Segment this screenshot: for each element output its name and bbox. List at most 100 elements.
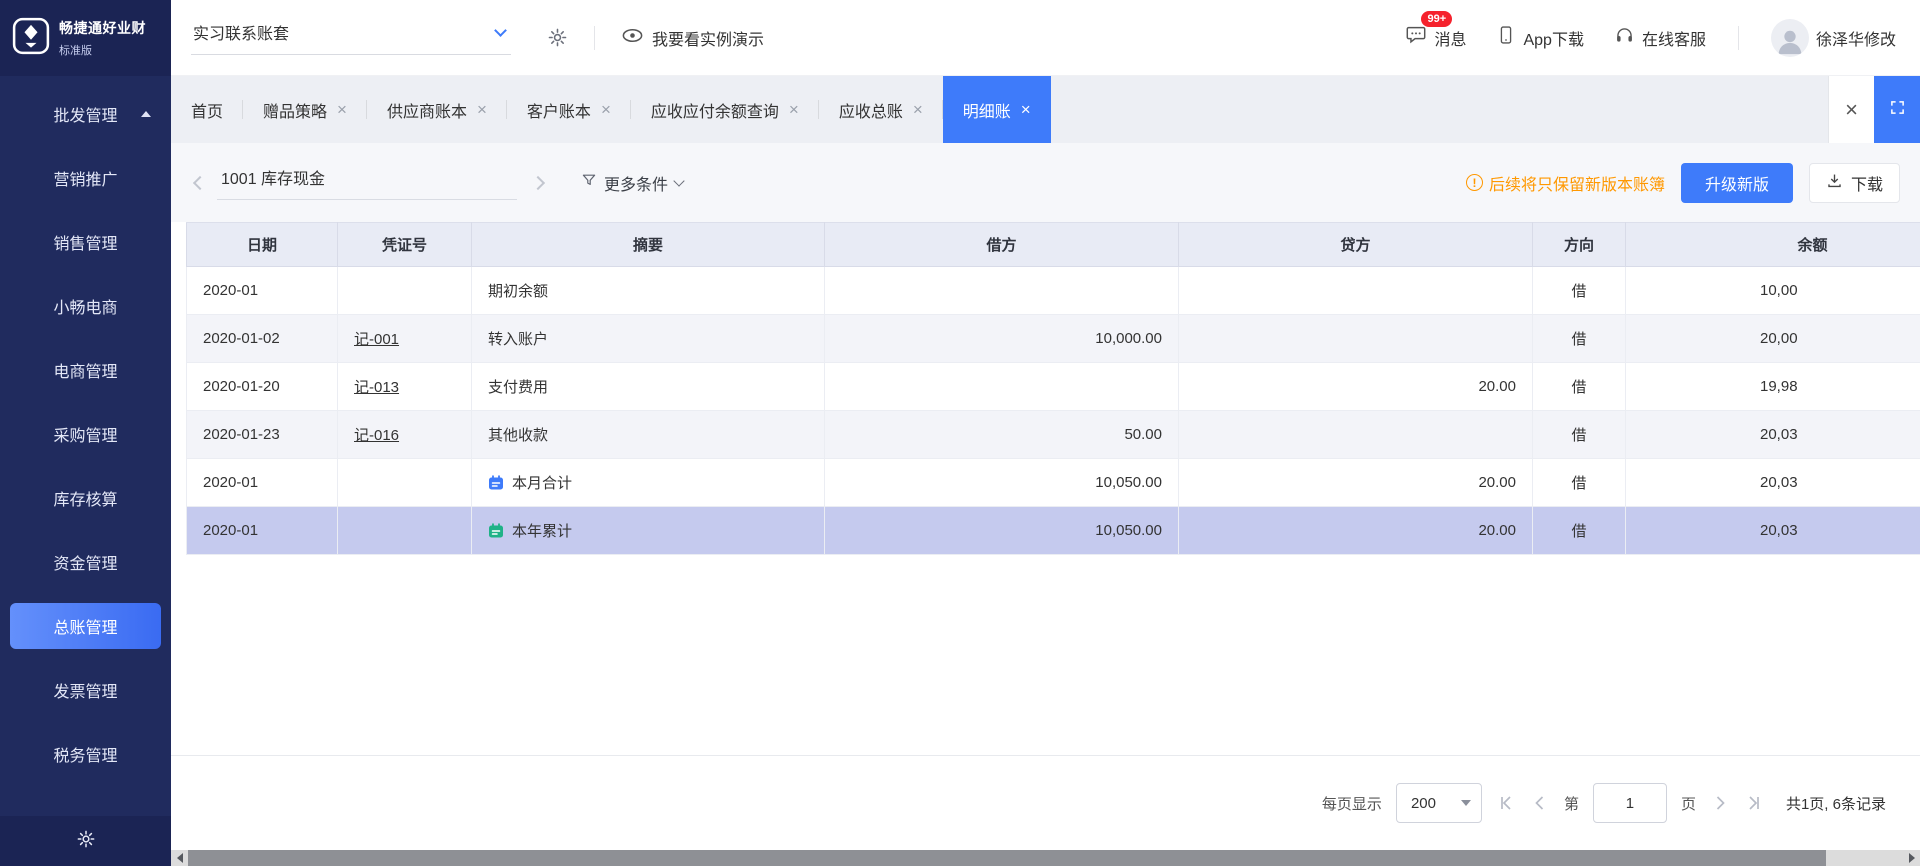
tab-customer-ledger[interactable]: 客户账本 xyxy=(507,76,631,143)
cell-direction: 借 xyxy=(1532,362,1626,411)
tab-gift-policy[interactable]: 赠品策略 xyxy=(243,76,367,143)
sidebar-item-ecommerce[interactable]: 电商管理 xyxy=(0,338,171,402)
table-row[interactable]: 2020-01-23 记-016 其他收款 50.00 借 20,030.00 xyxy=(186,410,1920,459)
current-account-title[interactable]: 1001 库存现金 xyxy=(217,165,517,200)
cell-debit xyxy=(824,362,1179,411)
scroll-left-arrow[interactable] xyxy=(171,850,188,866)
cell-date: 2020-01-23 xyxy=(186,410,338,459)
cell-balance: 10,000.00 xyxy=(1625,266,1920,315)
account-set-dropdown[interactable]: 实习联系账套 xyxy=(191,20,511,55)
table-header-row: 日期 凭证号 摘要 借方 贷方 方向 余额 xyxy=(186,222,1920,267)
cell-summary: 本年累计 xyxy=(471,506,825,555)
close-icon xyxy=(1845,97,1858,123)
cell-voucher xyxy=(337,266,472,315)
cell-debit: 10,000.00 xyxy=(824,314,1179,363)
sidebar-item-general-ledger[interactable]: 总账管理 xyxy=(10,603,161,649)
page-number-input[interactable] xyxy=(1592,783,1667,823)
user-name: 徐泽华修改 xyxy=(1815,31,1896,49)
sidebar-item-marketing[interactable]: 营销推广 xyxy=(0,146,171,210)
tab-close-icon[interactable] xyxy=(789,101,799,118)
scrollbar-track[interactable] xyxy=(188,850,1903,866)
close-all-tabs-button[interactable] xyxy=(1828,76,1874,143)
table-row[interactable]: 2020-01-02 记-001 转入账户 10,000.00 借 20,000… xyxy=(186,314,1920,363)
settings-gear-button[interactable] xyxy=(547,27,568,48)
cell-date: 2020-01 xyxy=(186,458,338,507)
voucher-link[interactable]: 记-013 xyxy=(354,379,399,396)
download-icon xyxy=(1826,172,1843,194)
account-set-name: 实习联系账套 xyxy=(193,26,290,43)
table-row[interactable]: 2020-01 期初余额 借 10,000.00 xyxy=(186,266,1920,315)
horizontal-scrollbar[interactable] xyxy=(171,850,1920,866)
tab-ar-ap-balance-query[interactable]: 应收应付余额查询 xyxy=(631,76,819,143)
sidebar-item-wholesale[interactable]: 批发管理 xyxy=(0,82,171,146)
cell-balance: 20,000.00 xyxy=(1625,314,1920,363)
prev-page-button[interactable] xyxy=(1530,793,1550,813)
cell-date: 2020-01-20 xyxy=(186,362,338,411)
app-download-button[interactable]: App下载 xyxy=(1496,25,1584,50)
next-account-button[interactable] xyxy=(530,175,546,190)
tab-supplier-ledger[interactable]: 供应商账本 xyxy=(367,76,507,143)
table-row[interactable]: 2020-01-20 记-013 支付费用 20.00 借 19,980.00 xyxy=(186,362,1920,411)
cell-credit xyxy=(1178,410,1533,459)
content-area: 1001 库存现金 更多条件 后续将只保留新版本账簿 升级新版 xyxy=(171,143,1920,866)
voucher-link[interactable]: 记-001 xyxy=(354,331,399,348)
tab-close-icon[interactable] xyxy=(1021,101,1031,118)
sidebar-item-sales[interactable]: 销售管理 xyxy=(0,210,171,274)
header-date[interactable]: 日期 xyxy=(186,222,338,267)
sidebar-item-tax[interactable]: 税务管理 xyxy=(0,722,171,786)
tab-home[interactable]: 首页 xyxy=(171,76,244,143)
header-direction[interactable]: 方向 xyxy=(1532,222,1626,267)
upgrade-button[interactable]: 升级新版 xyxy=(1680,162,1793,203)
cell-summary: 其他收款 xyxy=(471,410,825,459)
sidebar-settings-button[interactable] xyxy=(0,816,171,866)
chat-bubble-icon xyxy=(1405,24,1427,51)
fullscreen-button[interactable] xyxy=(1874,76,1920,143)
header-voucher-no[interactable]: 凭证号 xyxy=(337,222,472,267)
tab-ar-summary-ledger[interactable]: 应收总账 xyxy=(819,76,943,143)
tab-detail-ledger[interactable]: 明细账 xyxy=(942,76,1051,143)
online-service-button[interactable]: 在线客服 xyxy=(1614,25,1706,51)
cell-credit: 20.00 xyxy=(1178,458,1533,507)
chevron-down-icon xyxy=(1460,800,1471,806)
header-debit[interactable]: 借方 xyxy=(824,222,1179,267)
phone-icon xyxy=(1496,25,1516,50)
per-page-select[interactable]: 200 xyxy=(1395,783,1482,823)
tab-close-icon[interactable] xyxy=(337,101,347,118)
scroll-right-arrow[interactable] xyxy=(1903,850,1920,866)
tab-close-icon[interactable] xyxy=(913,101,923,118)
cell-direction: 借 xyxy=(1532,314,1626,363)
sidebar-item-inventory[interactable]: 库存核算 xyxy=(0,466,171,530)
first-page-button[interactable] xyxy=(1496,793,1516,813)
table-row-monthly-total[interactable]: 2020-01 本月合计 10,050.00 20.00 借 20,030.00 xyxy=(186,458,1920,507)
header-credit[interactable]: 贷方 xyxy=(1178,222,1533,267)
more-filters-button[interactable]: 更多条件 xyxy=(581,171,685,195)
headset-icon xyxy=(1614,25,1635,51)
cell-summary: 期初余额 xyxy=(471,266,825,315)
download-button[interactable]: 下载 xyxy=(1808,162,1900,203)
header-summary[interactable]: 摘要 xyxy=(471,222,825,267)
last-page-button[interactable] xyxy=(1744,793,1764,813)
sidebar-item-purchase[interactable]: 采购管理 xyxy=(0,402,171,466)
demo-link[interactable]: 我要看实例演示 xyxy=(621,24,764,52)
header-balance[interactable]: 余额 xyxy=(1625,222,1920,267)
sidebar-item-xiaochang-ecommerce[interactable]: 小畅电商 xyxy=(0,274,171,338)
page-label-suffix: 页 xyxy=(1680,795,1696,813)
tab-close-icon[interactable] xyxy=(477,101,487,118)
next-page-button[interactable] xyxy=(1710,793,1730,813)
fullscreen-icon xyxy=(1890,100,1905,120)
messages-button[interactable]: 消息 99+ xyxy=(1405,11,1466,51)
table-row-yearly-total[interactable]: 2020-01 本年累计 10,050.00 20.00 借 20,030.00 xyxy=(186,506,1920,555)
tab-close-icon[interactable] xyxy=(601,101,611,118)
ledger-toolbar: 1001 库存现金 更多条件 后续将只保留新版本账簿 升级新版 xyxy=(171,143,1920,222)
scrollbar-thumb[interactable] xyxy=(188,850,1826,866)
sidebar-item-invoice[interactable]: 发票管理 xyxy=(0,658,171,722)
sidebar-item-funds[interactable]: 资金管理 xyxy=(0,530,171,594)
brand-edition: 标准版 xyxy=(59,45,92,57)
cell-balance: 20,030.00 xyxy=(1625,506,1920,555)
voucher-link[interactable]: 记-016 xyxy=(354,427,399,444)
prev-account-button[interactable] xyxy=(192,175,208,190)
user-menu[interactable]: 徐泽华修改 xyxy=(1770,18,1896,57)
cell-date: 2020-01 xyxy=(186,266,338,315)
pagination-bar: 每页显示 200 第 页 xyxy=(171,755,1920,850)
brand-logo-icon xyxy=(12,17,50,60)
